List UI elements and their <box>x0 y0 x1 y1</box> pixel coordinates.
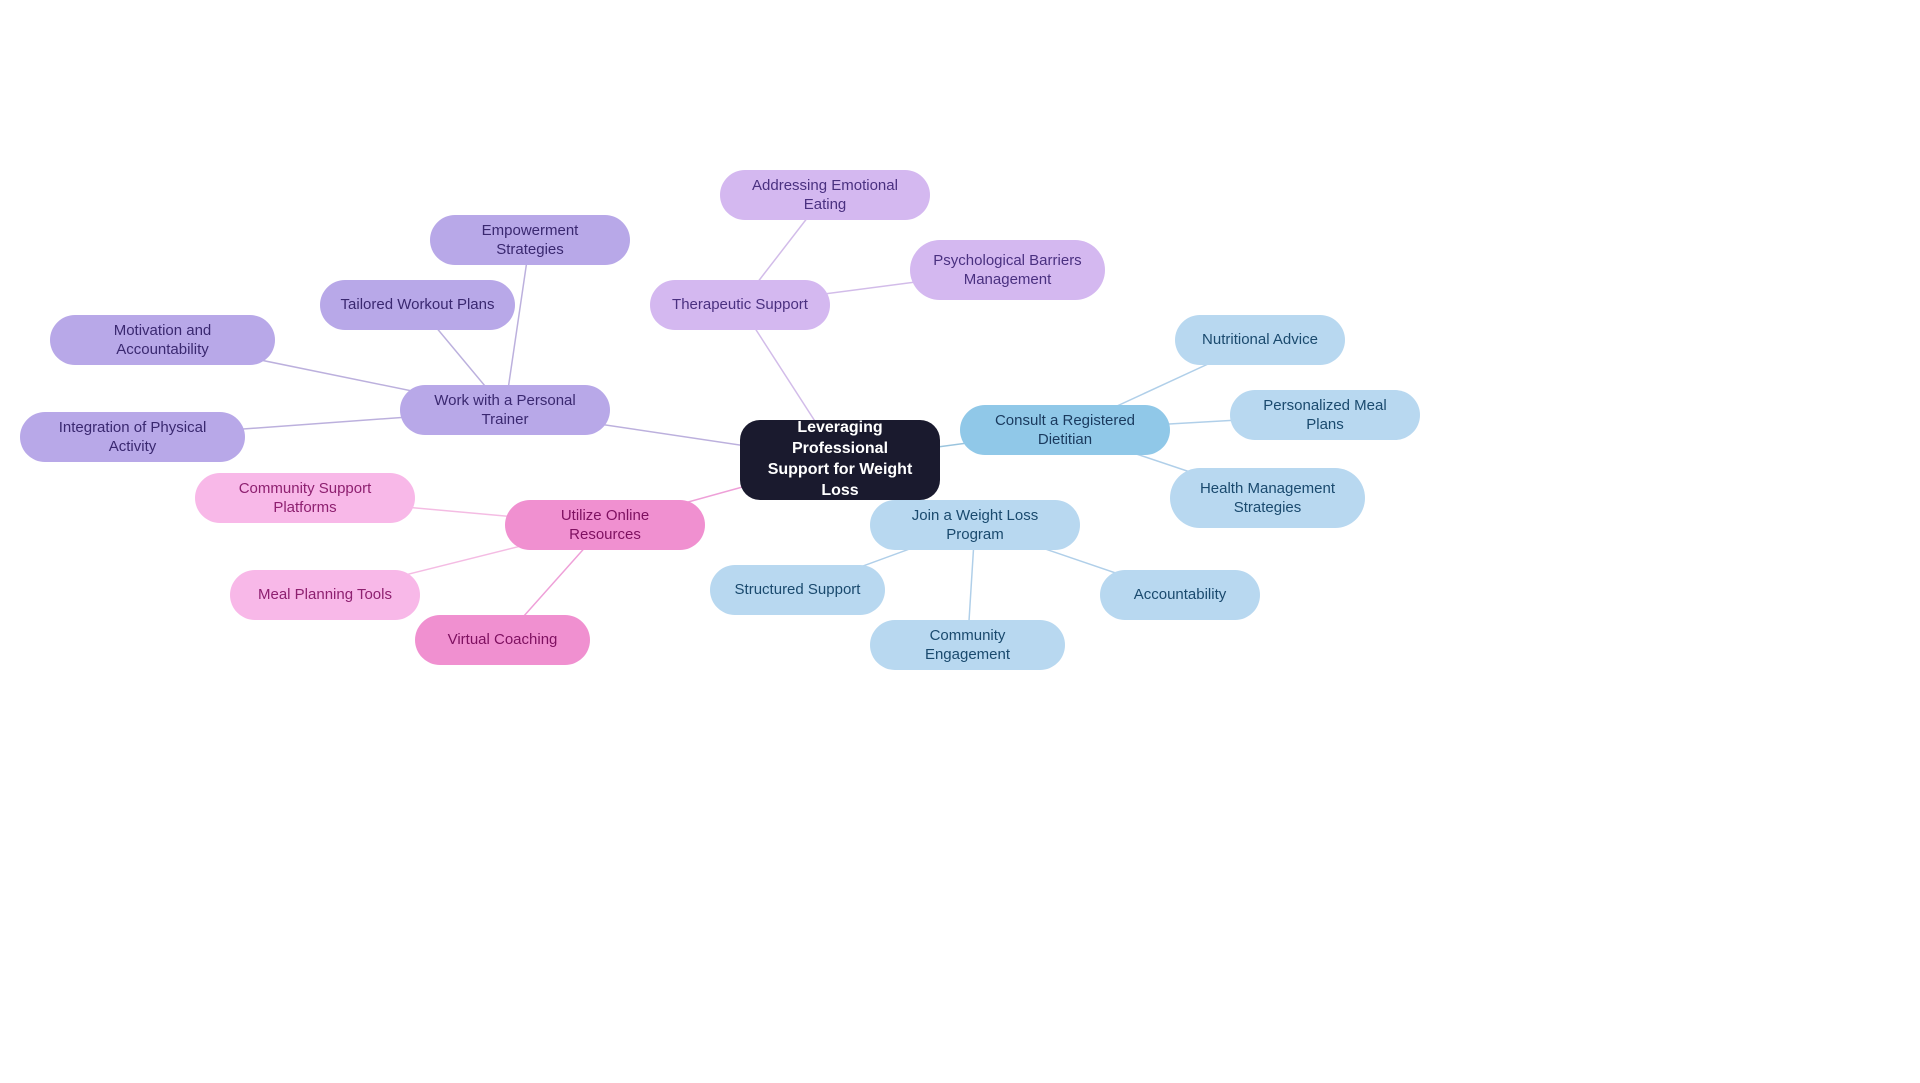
node-psychological-barriers[interactable]: Psychological Barriers Management <box>910 240 1105 300</box>
node-community-support[interactable]: Community Support Platforms <box>195 473 415 523</box>
node-tailored-workout[interactable]: Tailored Workout Plans <box>320 280 515 330</box>
node-integration-physical[interactable]: Integration of Physical Activity <box>20 412 245 462</box>
mindmap-container: Leveraging Professional Support for Weig… <box>0 0 1920 1083</box>
node-community-engagement[interactable]: Community Engagement <box>870 620 1065 670</box>
node-virtual-coaching[interactable]: Virtual Coaching <box>415 615 590 665</box>
node-utilize-online[interactable]: Utilize Online Resources <box>505 500 705 550</box>
node-motivation-accountability[interactable]: Motivation and Accountability <box>50 315 275 365</box>
node-empowerment-strategies[interactable]: Empowerment Strategies <box>430 215 630 265</box>
node-addressing-emotional[interactable]: Addressing Emotional Eating <box>720 170 930 220</box>
node-accountability[interactable]: Accountability <box>1100 570 1260 620</box>
node-structured-support[interactable]: Structured Support <box>710 565 885 615</box>
node-nutritional-advice[interactable]: Nutritional Advice <box>1175 315 1345 365</box>
node-consult-dietitian[interactable]: Consult a Registered Dietitian <box>960 405 1170 455</box>
node-meal-planning-tools[interactable]: Meal Planning Tools <box>230 570 420 620</box>
node-join-weight-loss[interactable]: Join a Weight Loss Program <box>870 500 1080 550</box>
center-node[interactable]: Leveraging Professional Support for Weig… <box>740 420 940 500</box>
node-health-management[interactable]: Health Management Strategies <box>1170 468 1365 528</box>
node-work-personal-trainer[interactable]: Work with a Personal Trainer <box>400 385 610 435</box>
node-personalized-meal-plans[interactable]: Personalized Meal Plans <box>1230 390 1420 440</box>
node-therapeutic-support[interactable]: Therapeutic Support <box>650 280 830 330</box>
